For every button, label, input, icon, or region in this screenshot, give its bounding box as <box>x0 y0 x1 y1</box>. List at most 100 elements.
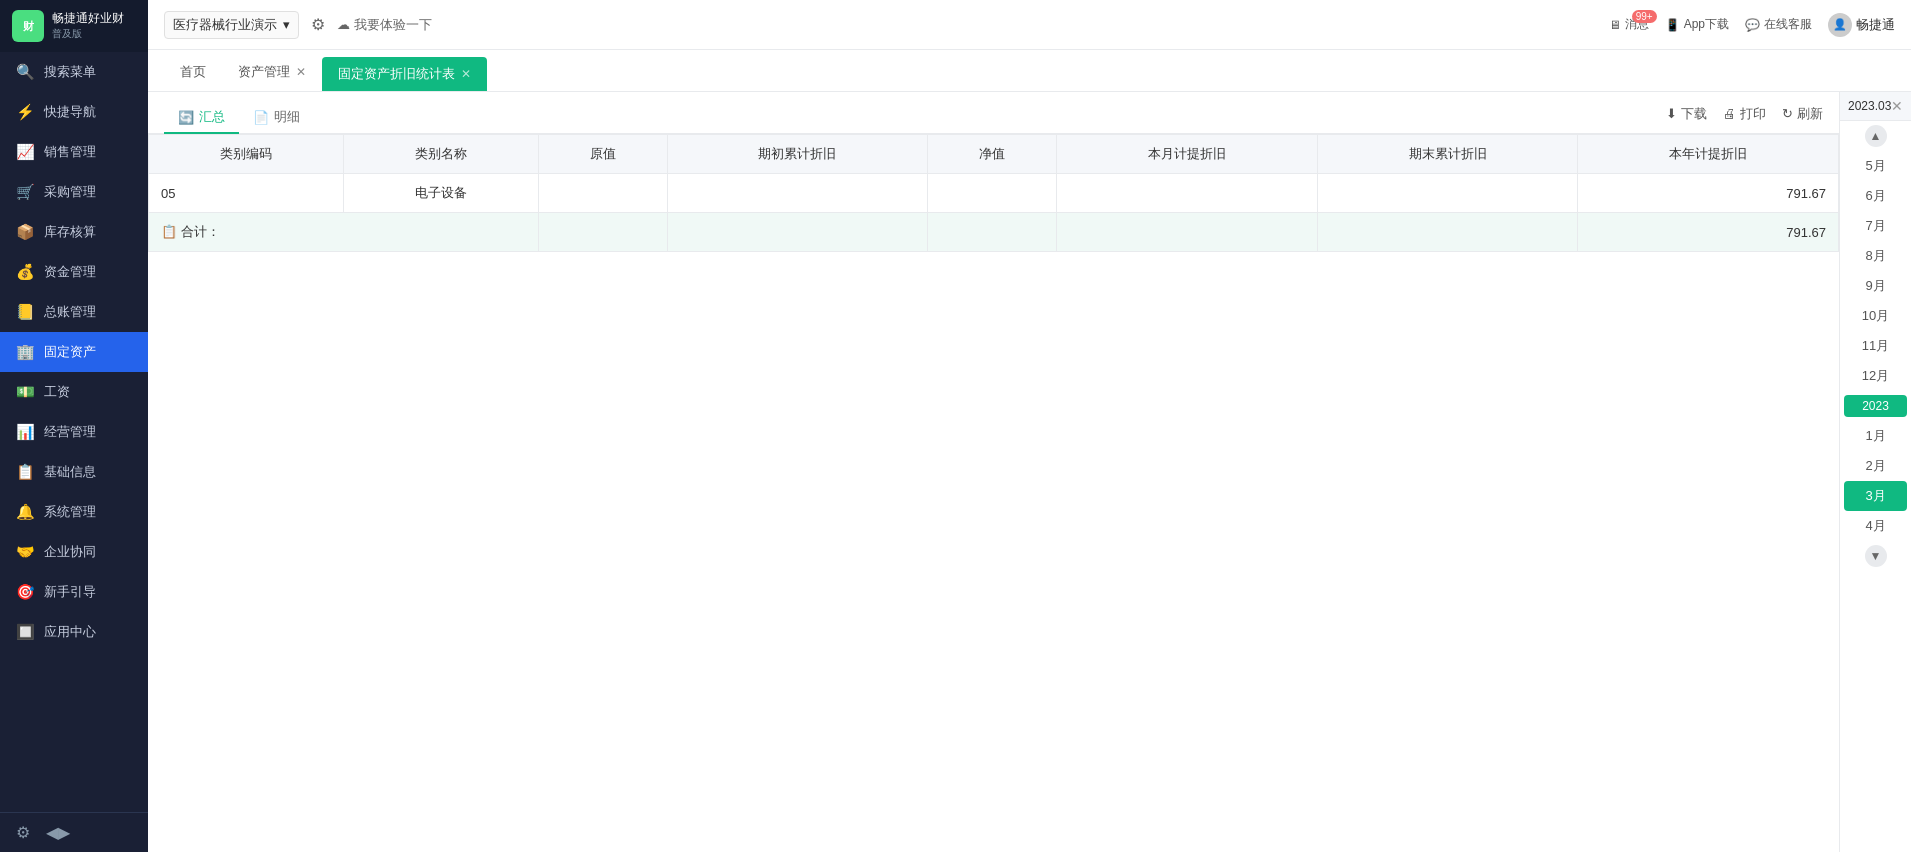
refresh-label: 刷新 <box>1797 105 1823 123</box>
print-icon: 🖨 <box>1723 106 1736 121</box>
nav-down-circle[interactable]: ▼ <box>1865 545 1887 567</box>
date-nav-down[interactable]: ▼ <box>1840 541 1911 571</box>
fixed-asset-icon: 🏢 <box>16 343 34 361</box>
row-monthly-dep <box>1057 174 1318 213</box>
sidebar-label-quicknav: 快捷导航 <box>44 103 96 121</box>
sidebar-item-inventory[interactable]: 📦 库存核算 <box>0 212 148 252</box>
print-btn[interactable]: 🖨 打印 <box>1723 105 1766 123</box>
subtotal-row: 📋 合计： 791.67 <box>149 213 1839 252</box>
date-year-badge[interactable]: 2023 <box>1844 395 1907 417</box>
sales-icon: 📈 <box>16 143 34 161</box>
sidebar-item-system[interactable]: 🔔 系统管理 <box>0 492 148 532</box>
sidebar-label-purchase: 采购管理 <box>44 183 96 201</box>
date-panel: 2023.03 ✕ ⤢ ▲ 5月 6月 7月 8月 9月 10月 11月 12月… <box>1839 92 1911 852</box>
subtotal-net-value <box>928 213 1057 252</box>
date-month-6[interactable]: 6月 <box>1840 181 1911 211</box>
company-selector[interactable]: 医疗器械行业演示 ▾ <box>164 11 299 39</box>
sidebar-item-collab[interactable]: 🤝 企业协同 <box>0 532 148 572</box>
tab-depreciation-close[interactable]: ✕ <box>461 67 471 81</box>
col-name: 类别名称 <box>343 135 538 174</box>
subtotal-beginning-dep <box>667 213 928 252</box>
download-icon: ⬇ <box>1666 106 1677 121</box>
date-panel-close-btn[interactable]: ✕ <box>1891 98 1903 114</box>
subtotal-expand-icon: 📋 <box>161 224 177 239</box>
settings-footer-icon[interactable]: ⚙ <box>16 823 30 842</box>
download-label: 下载 <box>1681 105 1707 123</box>
sub-tab-summary[interactable]: 🔄 汇总 <box>164 102 239 134</box>
app-center-icon: 🔲 <box>16 623 34 641</box>
sidebar-item-ledger[interactable]: 📒 总账管理 <box>0 292 148 332</box>
system-icon: 🔔 <box>16 503 34 521</box>
col-code: 类别编码 <box>149 135 344 174</box>
nav-up-circle[interactable]: ▲ <box>1865 125 1887 147</box>
ledger-icon: 📒 <box>16 303 34 321</box>
date-month-7[interactable]: 7月 <box>1840 211 1911 241</box>
tab-home[interactable]: 首页 <box>164 55 222 91</box>
sub-tab-actions: ⬇ 下载 🖨 打印 ↻ 刷新 <box>1666 105 1823 131</box>
download-btn[interactable]: ⬇ 下载 <box>1666 105 1707 123</box>
sidebar-item-search[interactable]: 🔍 搜索菜单 <box>0 52 148 92</box>
date-month-10[interactable]: 10月 <box>1840 301 1911 331</box>
date-month-1[interactable]: 1月 <box>1840 421 1911 451</box>
logo-version: 普及版 <box>52 27 124 41</box>
collapse-icon[interactable]: ◀▶ <box>46 823 70 842</box>
sidebar-item-fixed-asset[interactable]: 🏢 固定资产 <box>0 332 148 372</box>
sidebar-item-sales[interactable]: 📈 销售管理 <box>0 132 148 172</box>
message-badge: 99+ <box>1632 10 1657 23</box>
subtotal-ending-dep <box>1317 213 1578 252</box>
sidebar-label-operation: 经营管理 <box>44 423 96 441</box>
sidebar-item-finance[interactable]: 💰 资金管理 <box>0 252 148 292</box>
app-download-btn[interactable]: 📱 App下载 <box>1665 16 1729 33</box>
print-label: 打印 <box>1740 105 1766 123</box>
sidebar-item-app-center[interactable]: 🔲 应用中心 <box>0 612 148 652</box>
tab-depreciation-label: 固定资产折旧统计表 <box>338 65 455 83</box>
refresh-btn[interactable]: ↻ 刷新 <box>1782 105 1823 123</box>
purchase-icon: 🛒 <box>16 183 34 201</box>
collab-icon: 🤝 <box>16 543 34 561</box>
sidebar-label-app-center: 应用中心 <box>44 623 96 641</box>
trial-label: 我要体验一下 <box>354 16 432 34</box>
tab-home-label: 首页 <box>180 63 206 81</box>
col-yearly-dep: 本年计提折旧 <box>1578 135 1839 174</box>
date-month-3-active[interactable]: 3月 <box>1844 481 1907 511</box>
sub-tab-detail[interactable]: 📄 明细 <box>239 102 314 134</box>
online-service-btn[interactable]: 💬 在线客服 <box>1745 16 1812 33</box>
row-ending-dep <box>1317 174 1578 213</box>
date-month-11[interactable]: 11月 <box>1840 331 1911 361</box>
app-download-label: App下载 <box>1684 16 1729 33</box>
summary-tab-label: 汇总 <box>199 108 225 126</box>
sidebar-item-payroll[interactable]: 💵 工资 <box>0 372 148 412</box>
trial-btn[interactable]: ☁ 我要体验一下 <box>337 16 432 34</box>
sidebar-label-guide: 新手引导 <box>44 583 96 601</box>
date-nav-up[interactable]: ▲ <box>1840 121 1911 151</box>
message-btn[interactable]: 🖥 消息 99+ <box>1609 16 1649 33</box>
date-month-9[interactable]: 9月 <box>1840 271 1911 301</box>
sidebar-item-basic-info[interactable]: 📋 基础信息 <box>0 452 148 492</box>
date-month-4[interactable]: 4月 <box>1840 511 1911 541</box>
date-month-8[interactable]: 8月 <box>1840 241 1911 271</box>
tab-asset-mgmt-label: 资产管理 <box>238 63 290 81</box>
tab-depreciation[interactable]: 固定资产折旧统计表 ✕ <box>322 57 487 91</box>
basic-info-icon: 📋 <box>16 463 34 481</box>
row-yearly-dep: 791.67 <box>1578 174 1839 213</box>
topbar-actions: 🖥 消息 99+ 📱 App下载 💬 在线客服 👤 畅捷通 <box>1609 13 1895 37</box>
content-area: 🔄 汇总 📄 明细 ⬇ 下载 🖨 打印 <box>148 92 1911 852</box>
sidebar-item-purchase[interactable]: 🛒 采购管理 <box>0 172 148 212</box>
tab-asset-mgmt-close[interactable]: ✕ <box>296 65 306 79</box>
subtotal-monthly-dep <box>1057 213 1318 252</box>
payroll-icon: 💵 <box>16 383 34 401</box>
search-icon: 🔍 <box>16 63 34 81</box>
sidebar-item-quicknav[interactable]: ⚡ 快捷导航 <box>0 92 148 132</box>
sidebar-item-operation[interactable]: 📊 经营管理 <box>0 412 148 452</box>
date-month-2[interactable]: 2月 <box>1840 451 1911 481</box>
topbar-settings-icon[interactable]: ⚙ <box>311 15 325 34</box>
row-original-value <box>538 174 667 213</box>
sidebar-item-guide[interactable]: 🎯 新手引导 <box>0 572 148 612</box>
logo-icon: 财 <box>12 10 44 42</box>
date-month-5[interactable]: 5月 <box>1840 151 1911 181</box>
user-avatar: 👤 <box>1828 13 1852 37</box>
user-btn[interactable]: 👤 畅捷通 <box>1828 13 1895 37</box>
date-month-12[interactable]: 12月 <box>1840 361 1911 391</box>
subtotal-yearly-dep: 791.67 <box>1578 213 1839 252</box>
tab-asset-mgmt[interactable]: 资产管理 ✕ <box>222 55 322 91</box>
